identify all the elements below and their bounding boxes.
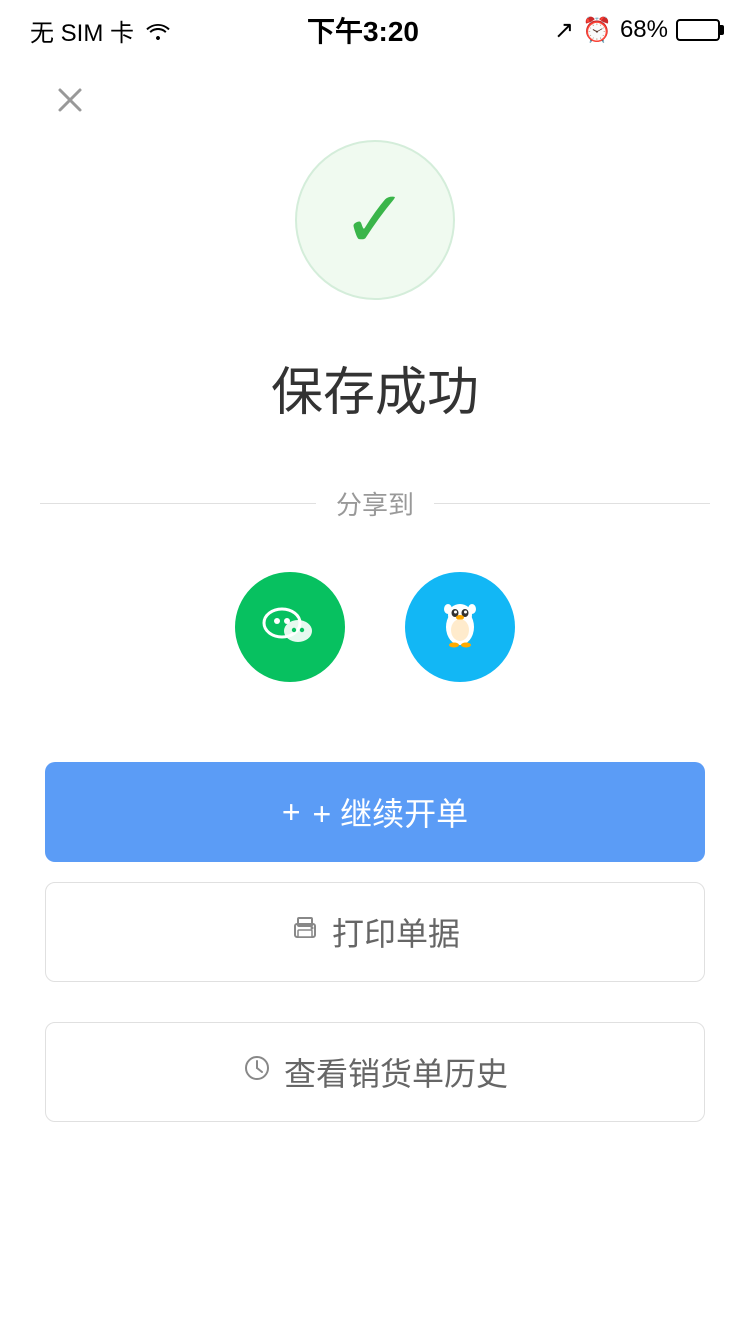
wechat-share-button[interactable] — [235, 572, 345, 682]
history-label: 查看销货单历史 — [284, 1049, 508, 1095]
qq-share-button[interactable] — [405, 572, 515, 682]
divider-line-left — [40, 503, 316, 504]
success-title: 保存成功 — [271, 350, 479, 425]
history-button-row: 查看销货单历史 — [45, 1022, 705, 1142]
continue-label: + 继续开单 — [313, 789, 469, 835]
success-circle: ✓ — [295, 140, 455, 300]
battery-icon — [676, 19, 720, 41]
print-button-row: 打印单据 — [45, 882, 705, 1002]
continue-button-row: + + 继续开单 — [45, 762, 705, 862]
sim-status: 无 SIM 卡 — [30, 13, 134, 48]
location-icon: ↗ — [554, 16, 574, 45]
status-right: ↗ ⏰ 68% — [554, 16, 720, 45]
main-content: ✓ 保存成功 分享到 — [0, 60, 750, 1162]
print-button[interactable]: 打印单据 — [45, 882, 705, 982]
alarm-icon: ⏰ — [582, 16, 612, 45]
history-button[interactable]: 查看销货单历史 — [45, 1022, 705, 1122]
wifi-icon — [144, 20, 172, 40]
status-bar: 无 SIM 卡 下午3:20 ↗ ⏰ 68% — [0, 0, 750, 60]
plus-icon: + — [282, 794, 301, 831]
close-button[interactable] — [45, 75, 95, 125]
share-row — [235, 572, 515, 682]
continue-button[interactable]: + + 继续开单 — [45, 762, 705, 862]
print-label: 打印单据 — [332, 909, 460, 955]
printer-icon — [290, 913, 320, 951]
clock-icon — [242, 1053, 272, 1091]
status-left: 无 SIM 卡 — [30, 13, 172, 48]
checkmark-icon: ✓ — [341, 180, 408, 260]
share-label: 分享到 — [316, 485, 434, 522]
status-time: 下午3:20 — [307, 10, 419, 50]
share-divider: 分享到 — [0, 485, 750, 522]
divider-line-right — [434, 503, 710, 504]
battery-percent: 68% — [620, 16, 668, 44]
